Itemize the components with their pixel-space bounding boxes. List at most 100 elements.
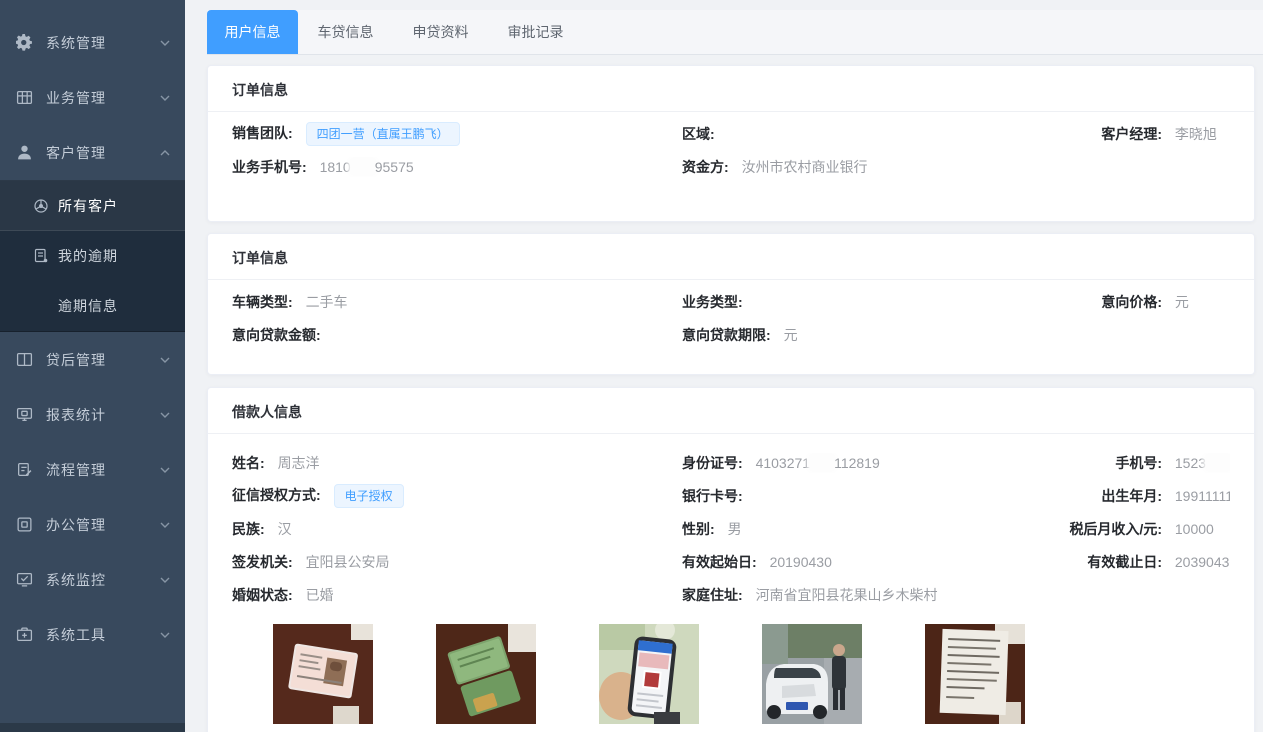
id-card-photo[interactable] xyxy=(273,624,373,724)
field-label: 出生年月: xyxy=(1062,486,1162,506)
field-label: 销售团队: xyxy=(232,125,293,141)
chevron-down-icon xyxy=(159,354,171,366)
birth-date-field: 出生年月: 19911111 xyxy=(1062,486,1230,506)
monitor-icon xyxy=(16,406,33,423)
sidebar-item-label: 我的逾期 xyxy=(58,246,118,266)
sidebar-item-label: 流程管理 xyxy=(46,460,159,480)
sidebar-item-system-management[interactable]: 系统管理 xyxy=(0,15,185,70)
chevron-down-icon xyxy=(159,629,171,641)
sidebar-item-customer-management[interactable]: 客户管理 xyxy=(0,125,185,180)
field-label: 业务类型: xyxy=(682,294,743,310)
clipboard-icon xyxy=(16,461,33,478)
field-label: 意向价格: xyxy=(1062,292,1162,312)
sidebar-item-my-overdue[interactable]: 我的逾期 xyxy=(0,231,185,281)
toolbox-icon xyxy=(16,626,33,643)
credit-auth-field: 征信授权方式: 电子授权 xyxy=(232,484,682,508)
ethnicity-field: 民族: 汉 xyxy=(232,519,682,539)
person-with-car-photo[interactable] xyxy=(762,624,862,724)
field-label: 家庭住址: xyxy=(682,587,743,603)
green-booklet-photo[interactable] xyxy=(436,624,536,724)
photo-item: 授权记录 xyxy=(599,624,699,732)
sidebar-item-business-management[interactable]: 业务管理 xyxy=(0,70,185,125)
sales-team-field: 销售团队: 四团一营（直属王鹏飞） xyxy=(232,122,682,146)
field-label: 意向贷款金额: xyxy=(232,327,321,343)
region-field: 区域: xyxy=(682,124,1062,144)
id-number-field: 身份证号: 4103271112819 xyxy=(682,453,1062,473)
document-photos-row: 身份证 驾驶证照片 授权记录 人车照 xyxy=(208,611,1254,732)
phone-qr-code-photo[interactable] xyxy=(599,624,699,724)
field-value: 二手车 xyxy=(306,294,348,310)
sidebar-item-process-management[interactable]: 流程管理 xyxy=(0,442,185,497)
grid-icon xyxy=(16,89,33,106)
marital-status-field: 婚姻状态: 已婚 xyxy=(232,585,682,605)
blur-mask xyxy=(810,455,834,470)
issuing-authority-field: 签发机关: 宜阳县公安局 xyxy=(232,552,682,572)
tab-car-loan-info[interactable]: 车贷信息 xyxy=(298,10,393,54)
field-value: 汉 xyxy=(278,521,292,537)
gear-icon xyxy=(16,34,33,51)
sidebar-item-overdue-info[interactable]: 逾期信息 xyxy=(0,281,185,331)
sidebar-item-postloan-management[interactable]: 贷后管理 xyxy=(0,332,185,387)
tab-user-info[interactable]: 用户信息 xyxy=(207,10,298,54)
field-value-masked: 15238137 xyxy=(1175,455,1230,471)
valid-from-field: 有效起始日: 20190430 xyxy=(682,552,1062,572)
card-title: 订单信息 xyxy=(208,66,1254,112)
credit-auth-tag[interactable]: 电子授权 xyxy=(334,484,404,508)
income-field: 税后月收入/元: 10000 xyxy=(1062,519,1230,539)
field-label: 签发机关: xyxy=(232,554,293,570)
field-label: 有效起始日: xyxy=(682,554,757,570)
sidebar-item-system-monitoring[interactable]: 系统监控 xyxy=(0,552,185,607)
sales-team-tag[interactable]: 四团一营（直属王鹏飞） xyxy=(306,122,460,146)
field-label: 姓名: xyxy=(232,455,265,471)
field-value: 10000 xyxy=(1175,521,1214,537)
borrower-info-card: 借款人信息 姓名: 周志洋 身份证号: 4103271112819 手机号: 1… xyxy=(207,387,1255,732)
field-label: 有效截止日: xyxy=(1062,552,1162,572)
tab-loan-application-docs[interactable]: 申贷资料 xyxy=(393,10,488,54)
intent-price-field: 意向价格: 元 xyxy=(1062,292,1230,312)
handwritten-document-photo[interactable] xyxy=(925,624,1025,724)
sidebar-item-label: 客户管理 xyxy=(46,143,159,163)
sidebar-item-office-management[interactable]: 办公管理 xyxy=(0,497,185,552)
sidebar-item-report-statistics[interactable]: 报表统计 xyxy=(0,387,185,442)
field-label: 业务手机号: xyxy=(232,159,307,175)
field-label: 资金方: xyxy=(682,159,729,175)
user-icon xyxy=(16,144,33,161)
field-label: 意向贷款期限: xyxy=(682,327,771,343)
field-label: 区域: xyxy=(682,126,715,142)
mobile-phone-field: 手机号: 15238137 xyxy=(1062,453,1230,473)
field-label: 民族: xyxy=(232,521,265,537)
field-label: 税后月收入/元: xyxy=(1062,519,1162,539)
card-title: 订单信息 xyxy=(208,234,1254,280)
sidebar-item-system-tools[interactable]: 系统工具 xyxy=(0,607,185,662)
sidebar-item-label: 系统工具 xyxy=(46,625,159,645)
sidebar-item-label: 报表统计 xyxy=(46,405,159,425)
valid-to-field: 有效截止日: 20390430 xyxy=(1062,552,1230,572)
monitor-check-icon xyxy=(16,571,33,588)
chevron-down-icon xyxy=(159,519,171,531)
nested-square-icon xyxy=(16,516,33,533)
field-value: 20390430 xyxy=(1175,554,1230,570)
chevron-up-icon xyxy=(159,147,171,159)
field-label: 客户经理: xyxy=(1062,124,1162,144)
field-value: 19911111 xyxy=(1175,488,1230,504)
photo-item: 人车照 xyxy=(762,624,862,732)
field-value-masked: 181095575 xyxy=(320,159,414,175)
sidebar-item-label: 逾期信息 xyxy=(58,296,118,316)
wheel-icon xyxy=(33,198,49,214)
field-label: 手机号: xyxy=(1062,453,1162,473)
sidebar-item-label: 业务管理 xyxy=(46,88,159,108)
field-value: 20190430 xyxy=(770,554,832,570)
field-label: 性别: xyxy=(682,521,715,537)
name-field: 姓名: 周志洋 xyxy=(232,453,682,473)
gender-field: 性别: 男 xyxy=(682,519,1062,539)
field-value: 河南省宜阳县花果山乡木柴村 xyxy=(756,587,938,603)
sidebar-nav: 系统管理 业务管理 客户管理 xyxy=(0,0,185,662)
field-value: 已婚 xyxy=(306,587,334,603)
tab-approval-records[interactable]: 审批记录 xyxy=(488,10,583,54)
field-label: 银行卡号: xyxy=(682,488,743,504)
sidebar-item-all-customers[interactable]: 所有客户 xyxy=(0,181,185,231)
field-value: 宜阳县公安局 xyxy=(306,554,390,570)
sidebar-item-label: 所有客户 xyxy=(58,196,118,216)
field-value: 元 xyxy=(784,327,798,343)
field-value: 元 xyxy=(1175,294,1189,310)
